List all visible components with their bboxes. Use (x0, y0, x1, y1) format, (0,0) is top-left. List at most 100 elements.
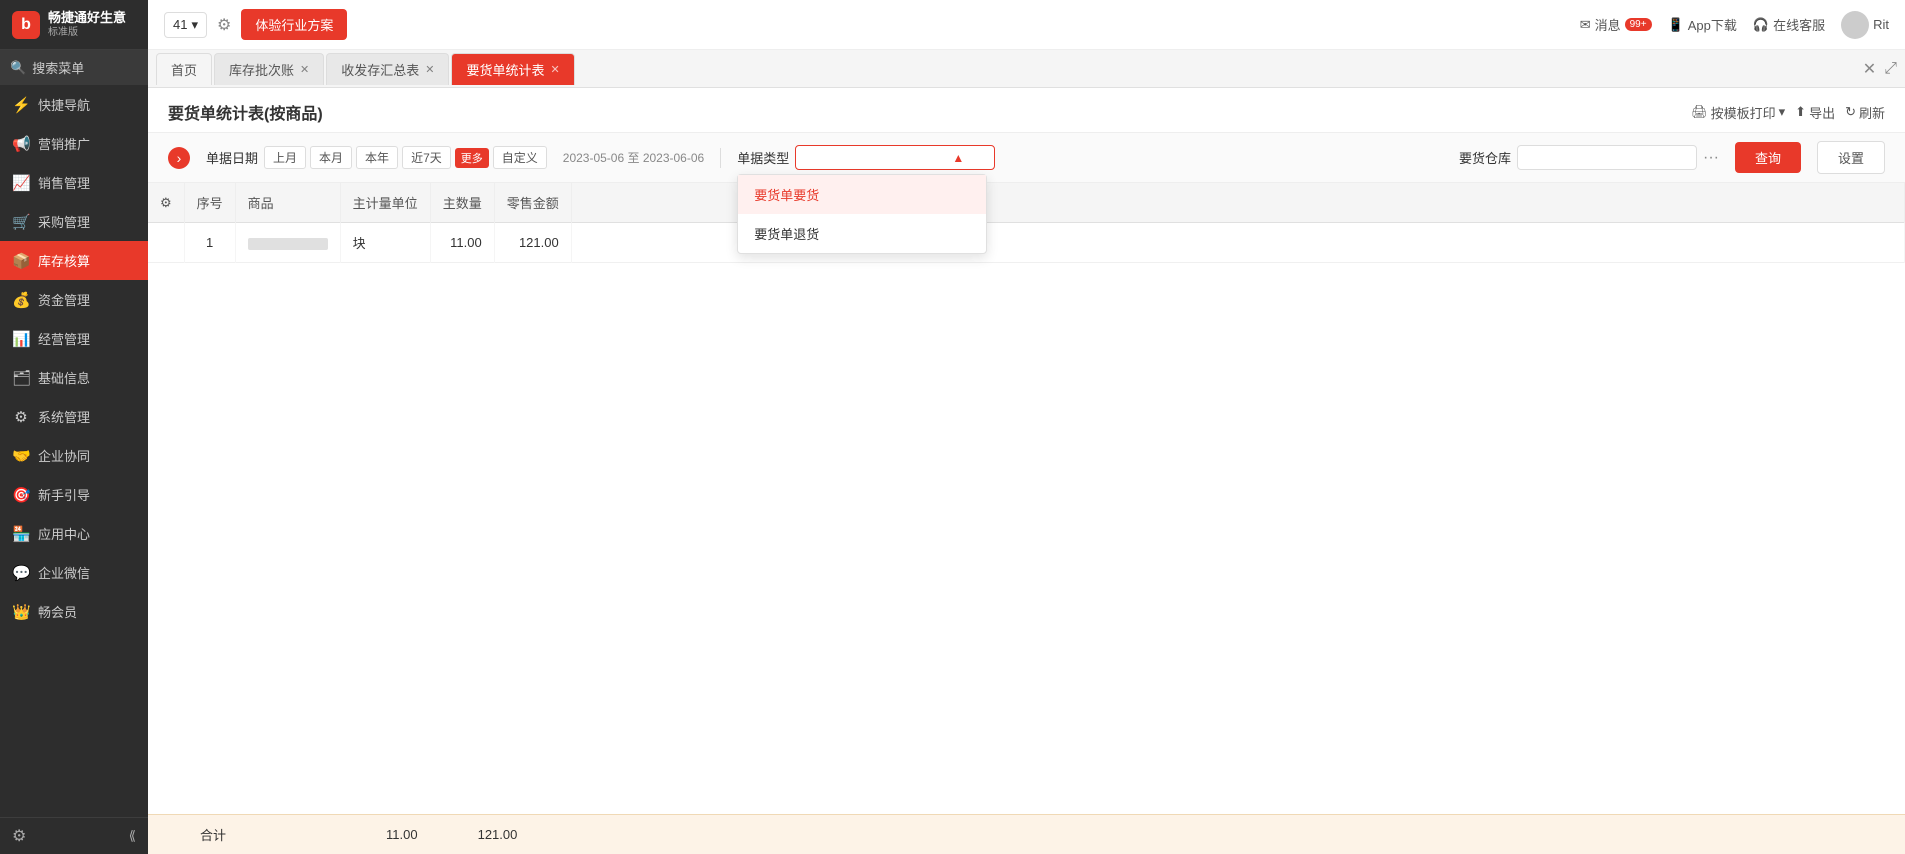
col-settings[interactable]: ⚙ (148, 183, 184, 223)
print-icon: 🖨 (1691, 104, 1708, 120)
type-select[interactable]: ▲ (795, 145, 995, 170)
col-product: 商品 (235, 183, 340, 223)
app-download-btn[interactable]: 📱 App下载 (1668, 15, 1737, 34)
guide-icon: 🎯 (12, 486, 30, 504)
date-custom-btn[interactable]: 自定义 (493, 146, 547, 169)
expand-tabs-icon[interactable]: ⤢ (1884, 60, 1897, 78)
footer-amount: 121.00 (478, 827, 518, 842)
query-button[interactable]: 查询 (1735, 142, 1801, 173)
wechat-icon: 💬 (12, 564, 30, 582)
date-filter-group: 单据日期 上月 本月 本年 近7天 更多 自定义 (206, 146, 547, 169)
col-no: 序号 (184, 183, 235, 223)
trial-button[interactable]: 体验行业方案 (241, 9, 347, 40)
export-btn[interactable]: ⬆ 导出 (1795, 103, 1835, 122)
dropdown-item-request-return[interactable]: 要货单退货 (738, 214, 986, 253)
refresh-label: 刷新 (1859, 103, 1885, 122)
appstore-icon: 🏪 (12, 525, 30, 543)
sidebar-item-label: 基础信息 (38, 368, 90, 387)
user-name: Rit (1873, 17, 1889, 32)
sidebar-item-sales[interactable]: 📈 销售管理 (0, 163, 148, 202)
sidebar-item-guide[interactable]: 🎯 新手引导 (0, 475, 148, 514)
close-tab-receive-summary[interactable]: ✕ (425, 63, 434, 76)
sidebar-item-label: 企业微信 (38, 563, 90, 582)
expand-filter-btn[interactable]: › (168, 147, 190, 169)
quick-nav-icon: ⚡ (12, 96, 30, 114)
date-more-badge[interactable]: 更多 (455, 148, 489, 168)
online-service-btn[interactable]: 🎧 在线客服 (1753, 15, 1825, 34)
print-btn[interactable]: 🖨 按模板打印 ▾ (1691, 103, 1785, 122)
row-settings-cell (148, 223, 184, 263)
close-tab-request-summary[interactable]: ✕ (551, 63, 560, 76)
settings-icon[interactable]: ⚙ (12, 826, 26, 846)
row-amount-cell: 121.00 (494, 223, 571, 263)
refresh-btn[interactable]: ↻ 刷新 (1845, 103, 1885, 122)
messages-btn[interactable]: ✉ 消息 99+ (1580, 15, 1652, 34)
warehouse-filter-group: 要货仓库 ··· (1459, 145, 1719, 170)
tabs-bar: 首页 库存批次账 ✕ 收发存汇总表 ✕ 要货单统计表 ✕ ✕ ⤢ (148, 50, 1905, 88)
sidebar-item-enterprise[interactable]: 🤝 企业协同 (0, 436, 148, 475)
download-icon: 📱 (1668, 17, 1684, 33)
sidebar-item-quick-nav[interactable]: ⚡ 快捷导航 (0, 85, 148, 124)
user-profile[interactable]: Rit (1841, 11, 1889, 39)
app-download-label: App下载 (1688, 15, 1737, 34)
dropdown-item-request-order[interactable]: 要货单要货 (738, 175, 986, 214)
sidebar-item-operations[interactable]: 📊 经营管理 (0, 319, 148, 358)
date-shortcuts: 上月 本月 本年 近7天 更多 自定义 (264, 146, 547, 169)
finance-icon: 💰 (12, 291, 30, 309)
sidebar-item-label: 经营管理 (38, 329, 90, 348)
sidebar-item-marketing[interactable]: 📢 营销推广 (0, 124, 148, 163)
sidebar-item-member[interactable]: 👑 畅会员 (0, 592, 148, 631)
sidebar-item-label: 系统管理 (38, 407, 90, 426)
tab-receive-summary[interactable]: 收发存汇总表 ✕ (326, 53, 449, 85)
sidebar-item-wechat[interactable]: 💬 企业微信 (0, 553, 148, 592)
export-label: 导出 (1809, 103, 1835, 122)
purchase-icon: 🛒 (12, 213, 30, 231)
date-last-month[interactable]: 上月 (264, 146, 306, 169)
date-this-year[interactable]: 本年 (356, 146, 398, 169)
warehouse-input[interactable] (1517, 145, 1697, 170)
logo-sub: 标准版 (48, 26, 126, 39)
sidebar-item-appstore[interactable]: 🏪 应用中心 (0, 514, 148, 553)
print-label: 按模板打印 (1711, 103, 1776, 122)
sidebar-item-label: 企业协同 (38, 446, 90, 465)
sidebar-item-system[interactable]: ⚙ 系统管理 (0, 397, 148, 436)
sidebar-bottom: ⚙ ⟪ (0, 817, 148, 854)
setting-button[interactable]: 设置 (1817, 141, 1885, 174)
print-dropdown-icon: ▾ (1779, 104, 1786, 120)
header-right: ✉ 消息 99+ 📱 App下载 🎧 在线客服 Rit (1580, 11, 1889, 39)
sidebar-item-label: 资金管理 (38, 290, 90, 309)
collapse-icon[interactable]: ⟪ (129, 828, 136, 844)
sidebar-item-purchase[interactable]: 🛒 采购管理 (0, 202, 148, 241)
sidebar-item-label: 营销推广 (38, 134, 90, 153)
type-filter-group: 单据类型 ▲ 要货单要货 要货单退货 (737, 145, 995, 170)
tab-home[interactable]: 首页 (156, 53, 212, 85)
sidebar-item-inventory[interactable]: 📦 库存核算 (0, 241, 148, 280)
date-range-text: 2023-05-06 至 2023-06-06 (563, 149, 704, 166)
date-this-month[interactable]: 本月 (310, 146, 352, 169)
tab-inventory-batch-label: 库存批次账 (229, 60, 294, 79)
tab-inventory-batch[interactable]: 库存批次账 ✕ (214, 53, 324, 85)
search-menu[interactable]: 🔍 搜索菜单 (0, 50, 148, 85)
sidebar-item-label: 销售管理 (38, 173, 90, 192)
row-unit-cell: 块 (340, 223, 430, 263)
date-last-7-days[interactable]: 近7天 (402, 146, 451, 169)
sidebar-item-finance[interactable]: 💰 资金管理 (0, 280, 148, 319)
store-name: 41 (173, 17, 187, 32)
tab-receive-summary-label: 收发存汇总表 (341, 60, 419, 79)
data-table: ⚙ 序号 商品 主计量单位 主数量 零售金额 1 (148, 183, 1905, 263)
tab-request-summary[interactable]: 要货单统计表 ✕ (451, 53, 574, 85)
gear-icon[interactable]: ⚙ (217, 15, 231, 35)
col-unit: 主计量单位 (340, 183, 430, 223)
marketing-icon: 📢 (12, 135, 30, 153)
close-tab-inventory-batch[interactable]: ✕ (300, 63, 309, 76)
store-selector[interactable]: 41 ▾ (164, 12, 207, 38)
search-menu-label: 搜索菜单 (32, 58, 84, 77)
more-options-icon[interactable]: ··· (1703, 149, 1719, 167)
sidebar-item-basic-info[interactable]: 🗂 基础信息 (0, 358, 148, 397)
col-amount: 零售金额 (494, 183, 571, 223)
close-all-tabs-icon[interactable]: ✕ (1863, 59, 1876, 79)
messages-badge: 99+ (1625, 18, 1652, 31)
logo-icon: b (12, 11, 40, 39)
header-left: 41 ▾ ⚙ 体验行业方案 (164, 9, 347, 40)
sidebar-item-label: 采购管理 (38, 212, 90, 231)
